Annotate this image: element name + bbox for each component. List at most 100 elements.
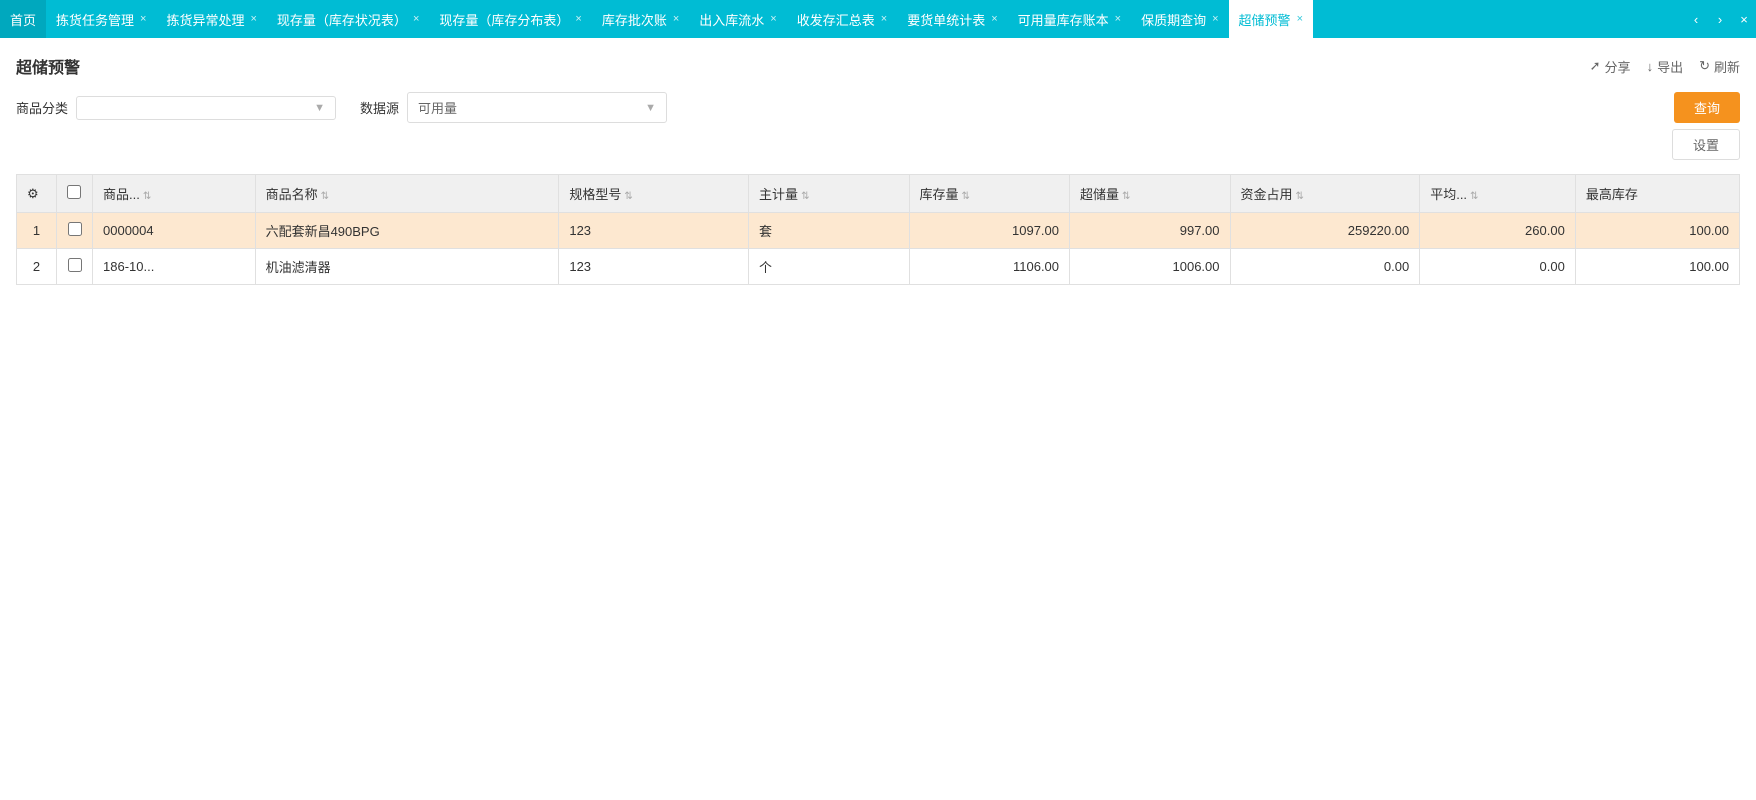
nav-tab-close-icon[interactable]: ×	[575, 13, 581, 25]
nav-tab-close-icon[interactable]: ×	[991, 13, 997, 25]
category-select[interactable]: ▼	[76, 96, 336, 120]
refresh-button[interactable]: ↻ 刷新	[1699, 57, 1740, 76]
sort-icon-spec: ⇅	[624, 191, 632, 202]
settings-button[interactable]: 设置	[1672, 129, 1740, 160]
nav-tab-3[interactable]: 现存量（库存状况表） ×	[267, 0, 429, 38]
nav-tab-close-icon[interactable]: ×	[140, 13, 146, 25]
unit-cell: 套	[749, 213, 909, 249]
refresh-icon: ↻	[1699, 58, 1710, 74]
query-button[interactable]: 查询	[1674, 92, 1740, 123]
nav-tab-10[interactable]: 保质期查询 ×	[1131, 0, 1228, 38]
nav-tab-label: 现存量（库存分布表）	[439, 10, 569, 29]
share-button[interactable]: ➚ 分享	[1590, 57, 1631, 76]
row-checkbox-cell[interactable]	[57, 213, 93, 249]
nav-tab-7[interactable]: 收发存汇总表×	[787, 0, 897, 38]
nav-tab-label: 首页	[10, 10, 36, 29]
sort-icon-product-name: ⇅	[321, 191, 329, 202]
export-icon: ↓	[1647, 59, 1654, 74]
nav-tab-2[interactable]: 拣货异常处理 ×	[156, 0, 266, 38]
settings-gear-header[interactable]: ⚙	[17, 175, 57, 213]
nav-tab-label: 保质期查询	[1141, 10, 1206, 29]
nav-tab-close-icon[interactable]: ×	[881, 13, 887, 25]
nav-tab-label: 出入库流水	[699, 10, 764, 29]
col-max-inventory: 最高库存	[1575, 175, 1739, 213]
capital-cell: 259220.00	[1230, 213, 1420, 249]
nav-tab-label: 拣货任务管理	[56, 10, 134, 29]
row-num-cell: 2	[17, 249, 57, 285]
col-avg: 平均...⇅	[1420, 175, 1576, 213]
capital-cell: 0.00	[1230, 249, 1420, 285]
nav-tab-close-icon[interactable]: ×	[1297, 13, 1303, 25]
nav-tab-label: 要货单统计表	[907, 10, 985, 29]
inventory-cell: 1106.00	[909, 249, 1069, 285]
sort-icon-inventory: ⇅	[962, 191, 970, 202]
nav-tab-close-icon[interactable]: ×	[1212, 13, 1218, 25]
row-checkbox[interactable]	[68, 258, 82, 272]
nav-tab-close-icon[interactable]: ×	[250, 13, 256, 25]
nav-tab-1[interactable]: 拣货任务管理 ×	[46, 0, 156, 38]
table-header: ⚙ 商品...⇅ 商品名称⇅ 规格型号⇅ 主计量⇅ 库存量⇅	[17, 175, 1740, 213]
col-product-code: 商品...⇅	[93, 175, 256, 213]
sort-icon-over-storage: ⇅	[1122, 191, 1130, 202]
nav-tabs: 首页拣货任务管理×拣货异常处理×现存量（库存状况表）×现存量（库存分布表）×库存…	[0, 0, 1684, 38]
product-code-cell: 0000004	[93, 213, 256, 249]
sort-icon-avg: ⇅	[1470, 191, 1478, 202]
nav-tab-11[interactable]: 超储预警 ×	[1229, 0, 1313, 38]
nav-tab-8[interactable]: 要货单统计表 ×	[897, 0, 1007, 38]
export-button[interactable]: ↓ 导出	[1647, 57, 1684, 76]
header-actions: ➚ 分享 ↓ 导出 ↻ 刷新	[1590, 57, 1740, 76]
col-capital: 资金占用⇅	[1230, 175, 1420, 213]
table-body: 1 0000004六配套新昌490BPG123套1097.00997.002592…	[17, 213, 1740, 285]
datasource-chevron-icon: ▼	[645, 102, 656, 114]
table-row: 1 0000004六配套新昌490BPG123套1097.00997.002592…	[17, 213, 1740, 249]
nav-tab-close-icon[interactable]: ×	[413, 13, 419, 25]
nav-tab-0[interactable]: 首页	[0, 0, 46, 38]
inventory-cell: 1097.00	[909, 213, 1069, 249]
select-all-header[interactable]	[57, 175, 93, 213]
avg-cell: 260.00	[1420, 213, 1576, 249]
datasource-value: 可用量	[418, 98, 457, 117]
nav-next-arrow[interactable]: ›	[1708, 0, 1732, 38]
max-inventory-cell: 100.00	[1575, 213, 1739, 249]
col-over-storage: 超储量⇅	[1070, 175, 1230, 213]
nav-tab-6[interactable]: 出入库流水 ×	[689, 0, 786, 38]
page-title: 超储预警	[16, 54, 80, 78]
avg-cell: 0.00	[1420, 249, 1576, 285]
select-all-checkbox[interactable]	[67, 185, 81, 199]
datasource-label: 数据源	[360, 98, 399, 117]
nav-tab-label: 超储预警	[1239, 10, 1291, 29]
nav-tab-close-icon[interactable]: ×	[673, 13, 679, 25]
nav-tab-close-icon[interactable]: ×	[770, 13, 776, 25]
category-filter-group: 商品分类 ▼	[16, 96, 336, 120]
product-code-cell: 186-10...	[93, 249, 256, 285]
spec-cell: 123	[559, 213, 749, 249]
over-storage-cell: 1006.00	[1070, 249, 1230, 285]
nav-tab-label: 可用量库存账本	[1018, 10, 1109, 29]
nav-prev-arrow[interactable]: ‹	[1684, 0, 1708, 38]
nav-tab-9[interactable]: 可用量库存账本 ×	[1008, 0, 1131, 38]
max-inventory-cell: 100.00	[1575, 249, 1739, 285]
nav-tab-5[interactable]: 库存批次账 ×	[592, 0, 689, 38]
unit-cell: 个	[749, 249, 909, 285]
nav-tab-4[interactable]: 现存量（库存分布表） ×	[429, 0, 591, 38]
nav-tab-label: 拣货异常处理	[166, 10, 244, 29]
row-checkbox-cell[interactable]	[57, 249, 93, 285]
share-icon: ➚	[1590, 58, 1601, 74]
nav-tab-label: 现存量（库存状况表）	[277, 10, 407, 29]
over-storage-cell: 997.00	[1070, 213, 1230, 249]
product-name-cell: 六配套新昌490BPG	[255, 213, 559, 249]
table-row: 2186-10...机油滤清器123个1106.001006.000.000.0…	[17, 249, 1740, 285]
datasource-select[interactable]: 可用量 ▼	[407, 92, 667, 123]
nav-tab-close-icon[interactable]: ×	[1115, 13, 1121, 25]
row-num-cell: 1	[17, 213, 57, 249]
sort-icon-capital: ⇅	[1296, 191, 1304, 202]
col-product-name: 商品名称⇅	[255, 175, 559, 213]
spec-cell: 123	[559, 249, 749, 285]
row-checkbox[interactable]	[68, 222, 82, 236]
datasource-filter-group: 数据源 可用量 ▼	[360, 92, 667, 123]
col-spec: 规格型号⇅	[559, 175, 749, 213]
category-chevron-icon: ▼	[314, 102, 325, 114]
nav-tab-label: 库存批次账	[602, 10, 667, 29]
product-name-cell: 机油滤清器	[255, 249, 559, 285]
nav-close-arrow[interactable]: ×	[1732, 0, 1756, 38]
